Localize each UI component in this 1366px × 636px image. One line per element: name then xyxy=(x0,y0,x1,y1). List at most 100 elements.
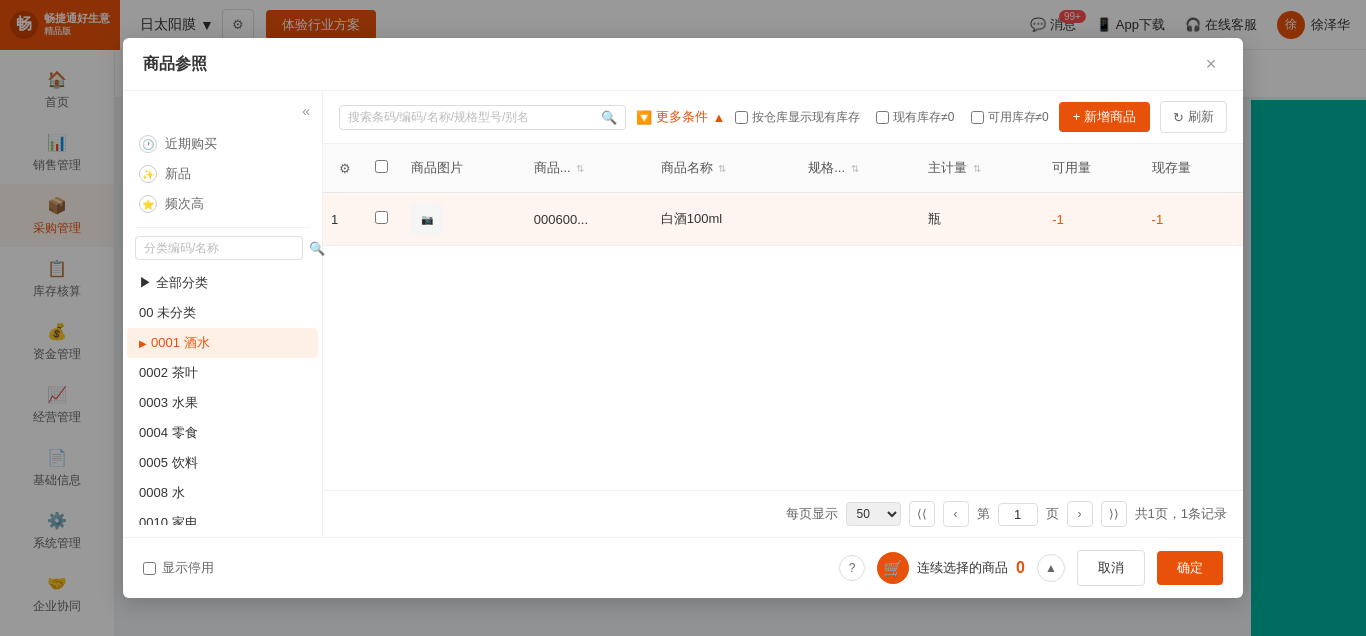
filter-checkboxes: 按仓库显示现有库存 现有库存≠0 可用库存≠0 xyxy=(735,109,1049,126)
footer-center: ? 🛒 连续选择的商品 0 ▲ 取消 确定 xyxy=(839,550,1223,586)
category-0005[interactable]: 0005 饮料 xyxy=(127,448,318,478)
product-table-container: ⚙ 商品图片 商品... ⇅ xyxy=(323,144,1243,490)
category-00[interactable]: 00 未分类 xyxy=(127,298,318,328)
collapse-selected-button[interactable]: ▲ xyxy=(1037,554,1065,582)
th-image: 商品图片 xyxy=(403,144,526,193)
sort-spec-icon: ⇅ xyxy=(851,163,859,174)
th-name[interactable]: 商品名称 ⇅ xyxy=(653,144,800,193)
column-settings-icon[interactable]: ⚙ xyxy=(331,154,359,182)
category-0003[interactable]: 0003 水果 xyxy=(127,388,318,418)
cancel-button[interactable]: 取消 xyxy=(1077,550,1145,586)
td-unit: 瓶 xyxy=(920,193,1044,246)
category-0002[interactable]: 0002 茶叶 xyxy=(127,358,318,388)
modal-overlay: 商品参照 × « 🕐 近期购买 ✨ 新品 xyxy=(0,0,1366,636)
td-name: 白酒100ml xyxy=(653,193,800,246)
filter-collapse-icon: ▲ xyxy=(712,110,725,125)
row-checkbox[interactable] xyxy=(375,211,388,224)
category-0010[interactable]: 0010 家电 xyxy=(127,508,318,525)
category-arrow-0001: ▶ xyxy=(139,338,147,349)
quick-item-recent[interactable]: 🕐 近期购买 xyxy=(127,129,318,159)
cart-area: 🛒 连续选择的商品 0 xyxy=(877,552,1025,584)
sort-unit-icon: ⇅ xyxy=(973,163,981,174)
search-magnifier-icon[interactable]: 🔍 xyxy=(601,110,617,125)
collapse-icon: ▲ xyxy=(1045,561,1057,575)
page-number-input[interactable] xyxy=(998,503,1038,526)
modal-close-button[interactable]: × xyxy=(1199,52,1223,76)
td-index: 1 xyxy=(323,193,367,246)
checkbox-warehouse-text: 按仓库显示现有库存 xyxy=(752,109,860,126)
modal-title: 商品参照 xyxy=(143,54,207,75)
collapse-left-button[interactable]: « xyxy=(302,103,310,119)
category-all[interactable]: ▶ 全部分类 xyxy=(127,268,318,298)
refresh-button[interactable]: ↻ 刷新 xyxy=(1160,101,1227,133)
cart-icon: 🛒 xyxy=(877,552,909,584)
checkbox-warehouse[interactable] xyxy=(735,111,748,124)
category-search: 🔍 xyxy=(123,236,322,260)
sort-code-icon: ⇅ xyxy=(576,163,584,174)
pagination-bar: 每页显示 50 100 200 ⟨⟨ ‹ 第 页 › ⟩⟩ 共1页，1条记录 xyxy=(323,490,1243,537)
quick-items: 🕐 近期购买 ✨ 新品 ⭐ 频次高 xyxy=(123,129,322,219)
modal-left-panel: « 🕐 近期购买 ✨ 新品 ⭐ 频次高 xyxy=(123,91,323,537)
td-checkbox[interactable] xyxy=(367,193,403,246)
td-available: -1 xyxy=(1044,193,1143,246)
checkbox-current[interactable] xyxy=(876,111,889,124)
table-body: 1 📷 xyxy=(323,193,1243,246)
table-row: 1 📷 xyxy=(323,193,1243,246)
refresh-label: 刷新 xyxy=(1188,108,1214,126)
category-0008[interactable]: 0008 水 xyxy=(127,478,318,508)
filter-button[interactable]: 🔽 更多条件 ▲ xyxy=(636,108,725,126)
checkbox-usable-label[interactable]: 可用库存≠0 xyxy=(971,109,1049,126)
checkbox-usable-text: 可用库存≠0 xyxy=(988,109,1049,126)
th-code[interactable]: 商品... ⇅ xyxy=(526,144,653,193)
prev-page-button[interactable]: ‹ xyxy=(943,501,969,527)
left-panel-header: « xyxy=(123,103,322,129)
per-page-label: 每页显示 xyxy=(786,505,838,523)
frequent-icon: ⭐ xyxy=(139,195,157,213)
td-image: 📷 xyxy=(403,193,526,246)
recent-icon: 🕐 xyxy=(139,135,157,153)
category-0004[interactable]: 0004 零食 xyxy=(127,418,318,448)
modal-right-panel: 🔍 🔽 更多条件 ▲ 按仓库显示现有库存 xyxy=(323,91,1243,537)
category-00-label: 00 未分类 xyxy=(139,304,196,322)
category-list: ▶ 全部分类 00 未分类 ▶ 0001 酒水 0002 茶叶 0003 水果 xyxy=(123,268,322,525)
add-product-button[interactable]: + 新增商品 xyxy=(1059,102,1150,132)
sort-name-icon: ⇅ xyxy=(718,163,726,174)
confirm-button[interactable]: 确定 xyxy=(1157,551,1223,585)
quick-item-new[interactable]: ✨ 新品 xyxy=(127,159,318,189)
quick-item-frequent[interactable]: ⭐ 频次高 xyxy=(127,189,318,219)
selected-label: 连续选择的商品 xyxy=(917,559,1008,577)
help-button[interactable]: ? xyxy=(839,555,865,581)
refresh-icon: ↻ xyxy=(1173,110,1184,125)
total-pages-label: 共1页，1条记录 xyxy=(1135,505,1227,523)
first-page-button[interactable]: ⟨⟨ xyxy=(909,501,935,527)
category-0010-label: 0010 家电 xyxy=(139,514,198,525)
modal-header: 商品参照 × xyxy=(123,38,1243,91)
checkbox-usable[interactable] xyxy=(971,111,984,124)
checkbox-current-label[interactable]: 现有库存≠0 xyxy=(876,109,954,126)
product-table: ⚙ 商品图片 商品... ⇅ xyxy=(323,144,1243,246)
show-disabled-checkbox-label[interactable]: 显示停用 xyxy=(143,559,214,577)
show-disabled-checkbox[interactable] xyxy=(143,562,156,575)
product-search-box: 🔍 xyxy=(339,105,626,130)
new-icon: ✨ xyxy=(139,165,157,183)
th-spec[interactable]: 规格... ⇅ xyxy=(800,144,920,193)
th-available: 可用量 xyxy=(1044,144,1143,193)
checkbox-warehouse-label[interactable]: 按仓库显示现有库存 xyxy=(735,109,860,126)
next-page-button[interactable]: › xyxy=(1067,501,1093,527)
select-all-checkbox[interactable] xyxy=(375,160,388,173)
product-search-input[interactable] xyxy=(348,110,601,124)
category-0005-label: 0005 饮料 xyxy=(139,454,198,472)
category-0001[interactable]: ▶ 0001 酒水 xyxy=(127,328,318,358)
product-reference-modal: 商品参照 × « 🕐 近期购买 ✨ 新品 xyxy=(123,38,1243,598)
page-unit: 页 xyxy=(1046,505,1059,523)
show-disabled-label: 显示停用 xyxy=(162,559,214,577)
category-0003-label: 0003 水果 xyxy=(139,394,198,412)
per-page-select[interactable]: 50 100 200 xyxy=(846,502,901,526)
last-page-button[interactable]: ⟩⟩ xyxy=(1101,501,1127,527)
page-label: 第 xyxy=(977,505,990,523)
th-unit[interactable]: 主计量 ⇅ xyxy=(920,144,1044,193)
modal-toolbar: 🔍 🔽 更多条件 ▲ 按仓库显示现有库存 xyxy=(323,91,1243,144)
category-search-input[interactable] xyxy=(135,236,303,260)
modal-footer: 显示停用 ? 🛒 连续选择的商品 0 ▲ 取消 确定 xyxy=(123,537,1243,598)
product-thumbnail: 📷 xyxy=(411,203,443,235)
